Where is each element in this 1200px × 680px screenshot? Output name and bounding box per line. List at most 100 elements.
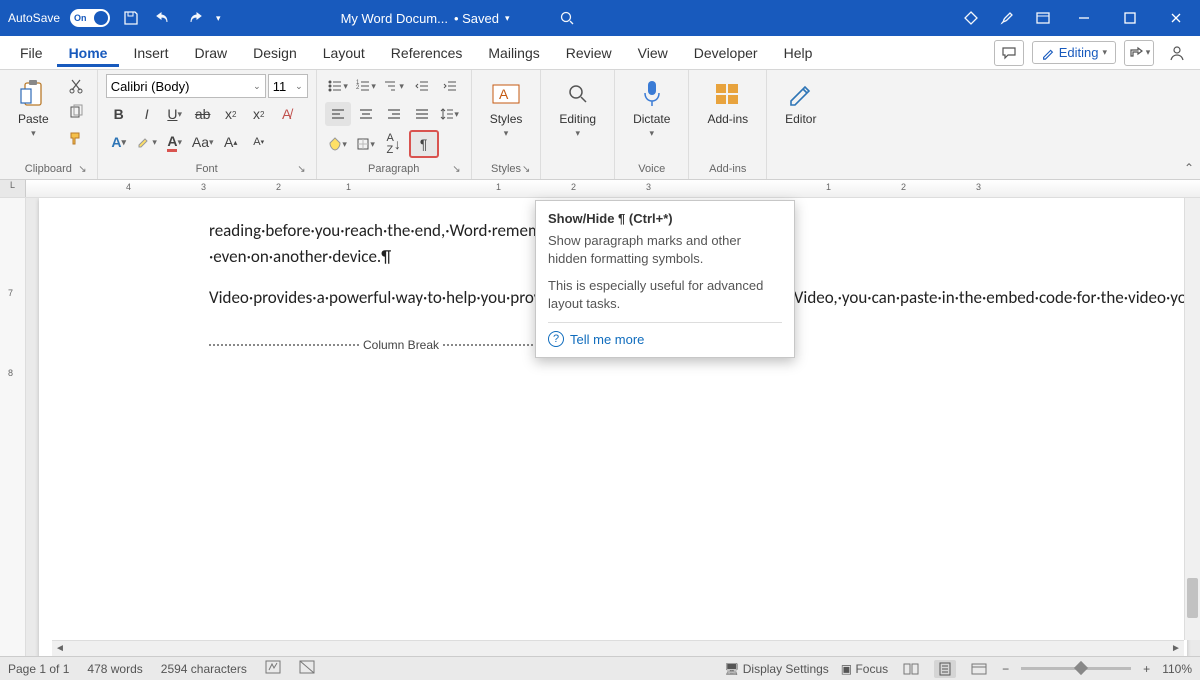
decrease-indent-icon[interactable] xyxy=(409,74,435,98)
tab-design[interactable]: Design xyxy=(241,39,309,67)
editing-mode-button[interactable]: Editing ▾ xyxy=(1032,41,1116,64)
cut-icon[interactable] xyxy=(63,74,89,98)
paragraph-2: Video·provides·a·powerful·way·to·help·yo… xyxy=(209,285,589,311)
change-case-icon[interactable]: Aa▾ xyxy=(190,130,216,154)
zoom-level[interactable]: 110% xyxy=(1162,662,1192,676)
tab-view[interactable]: View xyxy=(626,39,680,67)
show-hide-tooltip: Show/Hide ¶ (Ctrl+*) Show paragraph mark… xyxy=(535,200,795,358)
paragraph-launcher-icon[interactable]: ↘ xyxy=(452,164,460,175)
font-color-icon[interactable]: A▾ xyxy=(162,130,188,154)
autosave-label: AutoSave xyxy=(8,11,60,25)
autosave-toggle[interactable]: On xyxy=(70,9,110,27)
brush-icon[interactable] xyxy=(996,7,1018,29)
tab-home[interactable]: Home xyxy=(57,39,120,67)
styles-launcher-icon[interactable]: ↘ xyxy=(522,164,530,175)
zoom-out-button[interactable]: − xyxy=(1002,662,1009,676)
tell-me-more-link[interactable]: ? Tell me more xyxy=(548,322,782,347)
tab-mailings[interactable]: Mailings xyxy=(476,39,551,67)
subscript-button[interactable]: x2 xyxy=(218,102,244,126)
minimize-button[interactable] xyxy=(1068,4,1100,32)
align-right-icon[interactable] xyxy=(381,102,407,126)
group-editor: Editor xyxy=(767,70,834,179)
tab-developer[interactable]: Developer xyxy=(682,39,770,67)
borders-icon[interactable]: ▾ xyxy=(353,132,379,156)
styles-button[interactable]: A Styles▾ xyxy=(480,74,533,143)
paragraph-1: reading·before·you·reach·the·end,·Word·r… xyxy=(209,218,589,271)
tooltip-title: Show/Hide ¶ (Ctrl+*) xyxy=(548,211,782,226)
group-editing: Editing▾ xyxy=(541,70,615,179)
account-icon[interactable] xyxy=(1162,40,1192,66)
redo-icon[interactable] xyxy=(184,7,206,29)
read-mode-icon[interactable] xyxy=(900,660,922,678)
sort-icon[interactable]: AZ↓ xyxy=(381,132,407,156)
shrink-font-icon[interactable]: A▾ xyxy=(246,130,272,154)
maximize-button[interactable] xyxy=(1114,4,1146,32)
format-painter-icon[interactable] xyxy=(63,126,89,150)
align-left-icon[interactable] xyxy=(325,102,351,126)
tab-layout[interactable]: Layout xyxy=(311,39,377,67)
shading-icon[interactable]: ▾ xyxy=(325,132,351,156)
editor-button[interactable]: Editor xyxy=(775,74,826,130)
bold-button[interactable]: B xyxy=(106,102,132,126)
align-center-icon[interactable] xyxy=(353,102,379,126)
addins-button[interactable]: Add-ins xyxy=(697,74,758,130)
tab-draw[interactable]: Draw xyxy=(182,39,239,67)
word-count[interactable]: 478 words xyxy=(87,662,142,676)
accessibility-icon[interactable] xyxy=(299,660,315,677)
horizontal-ruler[interactable]: L 4 3 2 1 1 2 3 1 2 3 xyxy=(0,180,1200,198)
share-button[interactable]: ▾ xyxy=(1124,40,1154,66)
grow-font-icon[interactable]: A▴ xyxy=(218,130,244,154)
font-name-select[interactable]: Calibri (Body)⌄ xyxy=(106,74,266,98)
dictate-button[interactable]: Dictate▾ xyxy=(623,74,680,143)
font-size-select[interactable]: 11⌄ xyxy=(268,74,308,98)
copy-icon[interactable] xyxy=(63,100,89,124)
strikethrough-button[interactable]: ab xyxy=(190,102,216,126)
show-hide-button[interactable]: ¶ xyxy=(409,130,439,158)
tooltip-text-1: Show paragraph marks and other hidden fo… xyxy=(548,232,782,267)
italic-button[interactable]: I xyxy=(134,102,160,126)
bullets-icon[interactable]: ▾ xyxy=(325,74,351,98)
clear-format-icon[interactable]: A̸ xyxy=(274,102,300,126)
undo-icon[interactable] xyxy=(152,7,174,29)
zoom-in-button[interactable]: + xyxy=(1143,662,1150,676)
clipboard-launcher-icon[interactable]: ↘ xyxy=(78,164,86,175)
diamond-icon[interactable] xyxy=(960,7,982,29)
search-icon[interactable] xyxy=(556,7,578,29)
increase-indent-icon[interactable] xyxy=(437,74,463,98)
editing-button[interactable]: Editing▾ xyxy=(549,74,606,143)
close-button[interactable] xyxy=(1160,4,1192,32)
tab-references[interactable]: References xyxy=(379,39,475,67)
paste-button[interactable]: Paste▾ xyxy=(8,74,59,143)
superscript-button[interactable]: x2 xyxy=(246,102,272,126)
font-launcher-icon[interactable]: ↘ xyxy=(297,164,305,175)
comments-button[interactable] xyxy=(994,40,1024,66)
page-count[interactable]: Page 1 of 1 xyxy=(8,662,69,676)
char-count[interactable]: 2594 characters xyxy=(161,662,247,676)
tab-help[interactable]: Help xyxy=(772,39,825,67)
zoom-slider[interactable] xyxy=(1021,667,1131,670)
horizontal-scrollbar[interactable]: ◄► xyxy=(52,640,1184,656)
tab-insert[interactable]: Insert xyxy=(121,39,180,67)
group-paragraph: ▾ 12▾ ▾ ▾ ▾ ▾ AZ↓ ¶ Paragraph↘ xyxy=(317,70,472,179)
tab-review[interactable]: Review xyxy=(554,39,624,67)
justify-icon[interactable] xyxy=(409,102,435,126)
numbering-icon[interactable]: 12▾ xyxy=(353,74,379,98)
save-icon[interactable] xyxy=(120,7,142,29)
line-spacing-icon[interactable]: ▾ xyxy=(437,102,463,126)
highlight-icon[interactable]: ▾ xyxy=(134,130,160,154)
macro-icon[interactable] xyxy=(265,660,281,677)
web-layout-icon[interactable] xyxy=(968,660,990,678)
vertical-scrollbar[interactable] xyxy=(1184,198,1200,640)
text-effects-icon[interactable]: A▾ xyxy=(106,130,132,154)
focus-button[interactable]: ▣ Focus xyxy=(841,662,888,676)
collapse-ribbon-icon[interactable]: ⌃ xyxy=(1184,161,1194,175)
ribbon-tabs: File Home Insert Draw Design Layout Refe… xyxy=(0,36,1200,70)
vertical-ruler[interactable]: 7 8 xyxy=(0,198,26,656)
group-styles: A Styles▾ Styles↘ xyxy=(472,70,542,179)
tab-file[interactable]: File xyxy=(8,39,55,67)
print-layout-icon[interactable] xyxy=(934,660,956,678)
window-icon[interactable] xyxy=(1032,7,1054,29)
display-settings-button[interactable]: 🖥 Display Settings xyxy=(724,662,829,676)
underline-button[interactable]: U▾ xyxy=(162,102,188,126)
multilevel-icon[interactable]: ▾ xyxy=(381,74,407,98)
